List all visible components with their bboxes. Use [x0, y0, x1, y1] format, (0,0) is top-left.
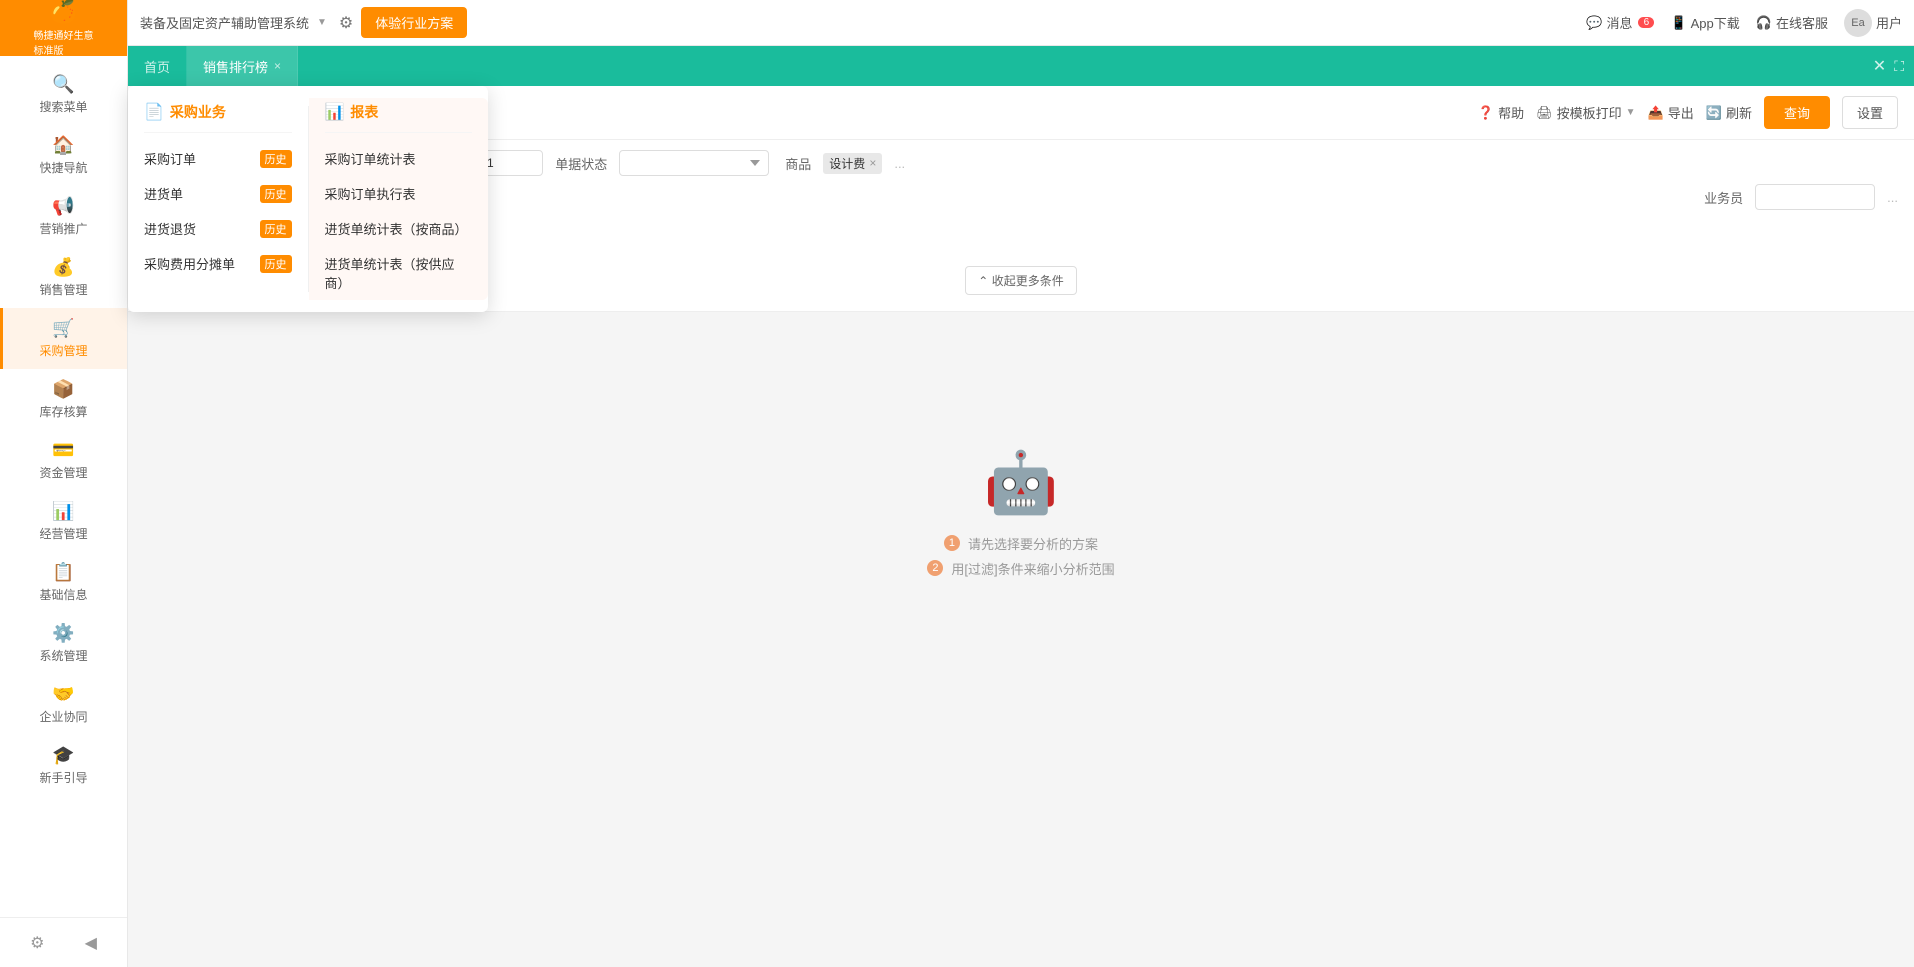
- report-col-title: 📊 报表: [325, 98, 473, 133]
- report-col-icon: 📊: [325, 102, 345, 122]
- purchase-col-icon: 📄: [144, 102, 164, 122]
- order-exec-label: 采购订单执行表: [325, 184, 416, 203]
- dropdown-item-receipt-stats-goods[interactable]: 进货单统计表（按商品）: [325, 211, 473, 246]
- expense-label: 采购费用分摊单: [144, 254, 235, 273]
- dropdown-item-receipt-stats-supplier[interactable]: 进货单统计表（按供应商）: [325, 246, 473, 300]
- report-col: 📊 报表 采购订单统计表 采购订单执行表 进货单统计表（按商品） 进货单统计表（…: [309, 98, 489, 300]
- purchase-col-title: 📄 采购业务: [144, 98, 292, 133]
- report-col-title-text: 报表: [350, 102, 378, 122]
- purchase-col: 📄 采购业务 采购订单 历史 进货单 历史 进货退货 历史 采购费用分摊单 历史: [128, 98, 308, 300]
- receipt-stats-goods-label: 进货单统计表（按商品）: [325, 219, 468, 238]
- dropdown-item-receipt[interactable]: 进货单 历史: [144, 176, 292, 211]
- purchase-col-title-text: 采购业务: [170, 102, 226, 122]
- expense-history: 历史: [260, 255, 292, 273]
- purchase-dropdown-menu: 📄 采购业务 采购订单 历史 进货单 历史 进货退货 历史 采购费用分摊单 历史…: [128, 86, 488, 312]
- dropdown-item-expense[interactable]: 采购费用分摊单 历史: [144, 246, 292, 281]
- return-history: 历史: [260, 220, 292, 238]
- dropdown-item-return[interactable]: 进货退货 历史: [144, 211, 292, 246]
- receipt-history: 历史: [260, 185, 292, 203]
- purchase-order-label: 采购订单: [144, 149, 196, 168]
- dropdown-item-order-stats[interactable]: 采购订单统计表: [325, 141, 473, 176]
- receipt-label: 进货单: [144, 184, 183, 203]
- purchase-order-history: 历史: [260, 150, 292, 168]
- dropdown-item-purchase-order[interactable]: 采购订单 历史: [144, 141, 292, 176]
- dropdown-item-order-exec[interactable]: 采购订单执行表: [325, 176, 473, 211]
- order-stats-label: 采购订单统计表: [325, 149, 416, 168]
- receipt-stats-supplier-label: 进货单统计表（按供应商）: [325, 254, 473, 292]
- return-label: 进货退货: [144, 219, 196, 238]
